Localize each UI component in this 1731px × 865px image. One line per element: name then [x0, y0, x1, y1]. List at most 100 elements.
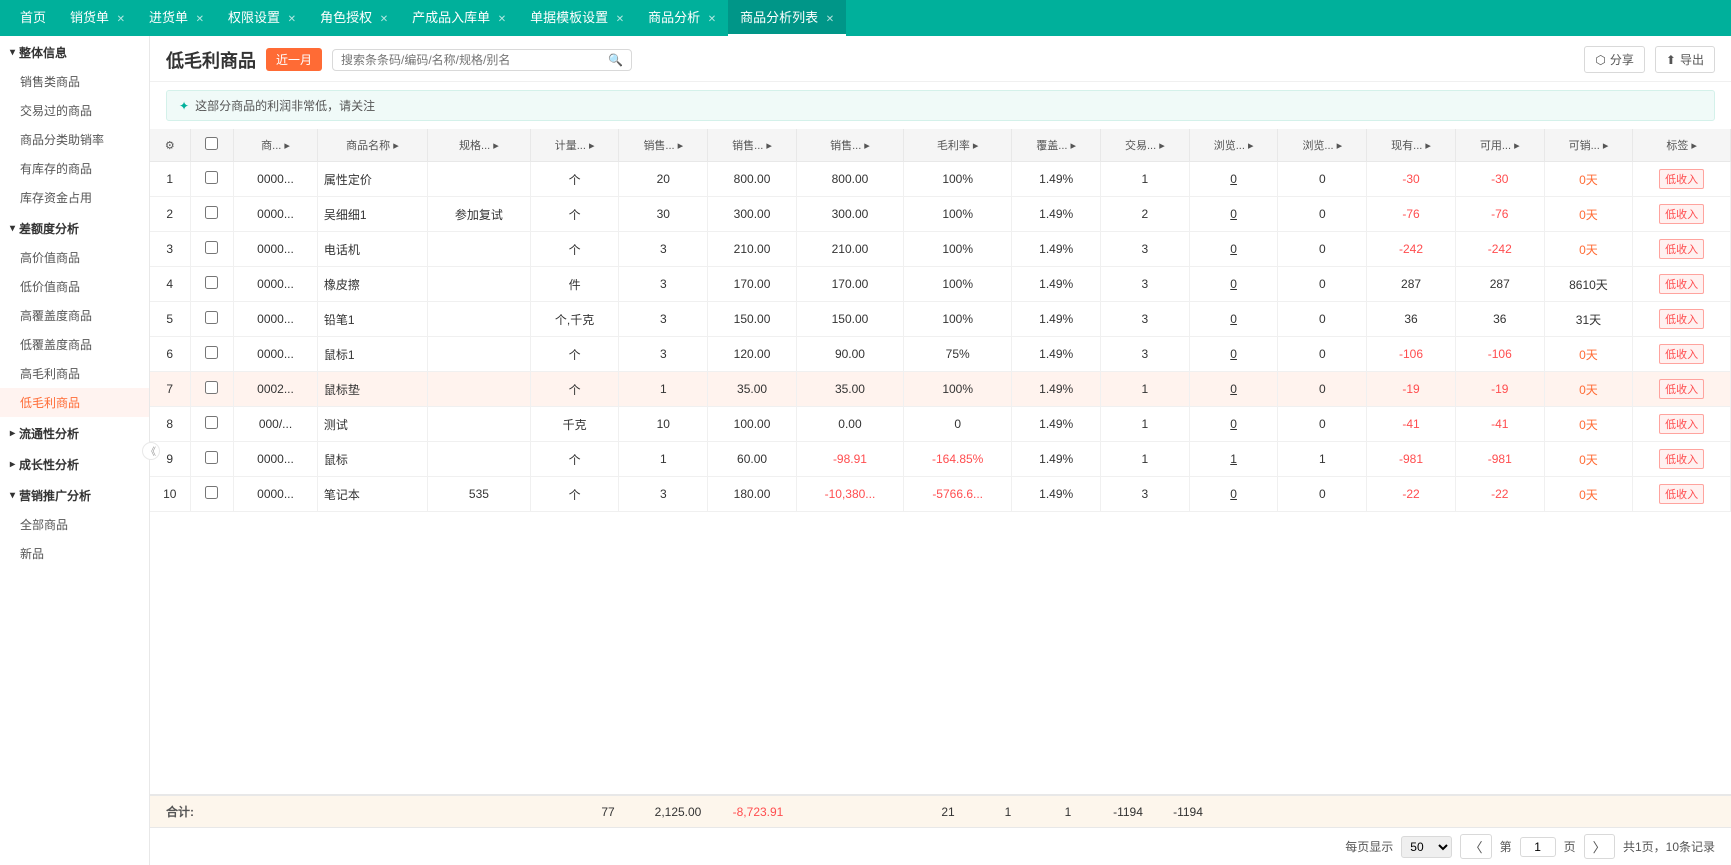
row-view1[interactable]: 0 — [1189, 232, 1278, 267]
sidebar-collapse-btn[interactable]: 《 — [142, 442, 160, 460]
nav-purchase-close[interactable]: ✕ — [196, 14, 204, 25]
share-button[interactable]: ⬡ 分享 — [1584, 46, 1645, 73]
nav-goods-analysis-close[interactable]: ✕ — [708, 14, 716, 25]
nav-role[interactable]: 角色授权 ✕ — [308, 0, 400, 36]
select-all-checkbox[interactable] — [205, 137, 218, 150]
sidebar-item-high-margin[interactable]: 高毛利商品 — [0, 359, 149, 388]
row-sales-profit: -10,380... — [796, 477, 903, 512]
sidebar-group-margin-title[interactable]: ▾ 差额度分析 — [0, 212, 149, 243]
row-checkbox[interactable] — [190, 477, 234, 512]
row-checkbox[interactable] — [190, 407, 234, 442]
row-select-checkbox[interactable] — [205, 451, 218, 464]
nav-permission[interactable]: 权限设置 ✕ — [216, 0, 308, 36]
nav-purchase[interactable]: 进货单 ✕ — [137, 0, 216, 36]
row-select-checkbox[interactable] — [205, 381, 218, 394]
row-view1[interactable]: 0 — [1189, 162, 1278, 197]
row-select-checkbox[interactable] — [205, 241, 218, 254]
row-view1[interactable]: 0 — [1189, 337, 1278, 372]
search-input[interactable] — [341, 53, 608, 67]
nav-goods-analysis-list[interactable]: 商品分析列表 ✕ — [728, 0, 846, 36]
date-filter-button[interactable]: 近一月 — [266, 48, 322, 71]
row-checkbox[interactable] — [190, 302, 234, 337]
nav-home[interactable]: 首页 — [8, 0, 58, 36]
sidebar-item-stock-goods[interactable]: 有库存的商品 — [0, 154, 149, 183]
row-view1[interactable]: 1 — [1189, 442, 1278, 477]
export-button[interactable]: ⬆ 导出 — [1655, 46, 1715, 73]
row-view1[interactable]: 0 — [1189, 267, 1278, 302]
row-select-checkbox[interactable] — [205, 486, 218, 499]
sidebar-item-high-value[interactable]: 高价值商品 — [0, 243, 149, 272]
col-code[interactable]: 商... ▸ — [234, 129, 318, 162]
page-size-select[interactable]: 50 100 200 — [1401, 836, 1452, 858]
row-checkbox[interactable] — [190, 337, 234, 372]
col-name[interactable]: 商品名称 ▸ — [317, 129, 427, 162]
nav-role-close[interactable]: ✕ — [380, 14, 388, 25]
sidebar-item-low-margin[interactable]: 低毛利商品 — [0, 388, 149, 417]
sidebar-item-sales-goods[interactable]: 销售类商品 — [0, 67, 149, 96]
row-code: 0000... — [234, 442, 318, 477]
sidebar-group-marketing-title[interactable]: ▾ 营销推广分析 — [0, 479, 149, 510]
row-checkbox[interactable] — [190, 372, 234, 407]
row-unit: 个 — [530, 372, 619, 407]
nav-permission-close[interactable]: ✕ — [288, 14, 296, 25]
col-sales-amount[interactable]: 销售... ▸ — [708, 129, 797, 162]
row-select-checkbox[interactable] — [205, 171, 218, 184]
nav-product-entry-close[interactable]: ✕ — [498, 14, 506, 25]
sidebar-item-low-value[interactable]: 低价值商品 — [0, 272, 149, 301]
nav-product-entry[interactable]: 产成品入库单 ✕ — [400, 0, 518, 36]
prev-page-btn[interactable]: 〈 — [1460, 834, 1491, 859]
col-settings[interactable]: ⚙ — [150, 129, 190, 162]
col-current[interactable]: 现有... ▸ — [1367, 129, 1456, 162]
row-view1[interactable]: 0 — [1189, 372, 1278, 407]
col-view2[interactable]: 浏览... ▸ — [1278, 129, 1367, 162]
sidebar-item-stock-capital[interactable]: 库存资金占用 — [0, 183, 149, 212]
nav-sales-close[interactable]: ✕ — [117, 14, 125, 25]
col-gross-margin[interactable]: 毛利率 ▸ — [904, 129, 1012, 162]
row-select-checkbox[interactable] — [205, 346, 218, 359]
search-icon[interactable]: 🔍 — [608, 53, 623, 67]
col-tag[interactable]: 标签 ▸ — [1633, 129, 1731, 162]
nav-template-close[interactable]: ✕ — [616, 14, 624, 25]
row-view1[interactable]: 0 — [1189, 407, 1278, 442]
col-checkbox[interactable] — [190, 129, 234, 162]
page-number-input[interactable] — [1520, 837, 1556, 857]
sidebar-group-liquidity-title[interactable]: ▸ 流通性分析 — [0, 417, 149, 448]
col-coverage[interactable]: 覆盖... ▸ — [1012, 129, 1101, 162]
row-view1[interactable]: 0 — [1189, 197, 1278, 232]
sidebar-group-margin: ▾ 差额度分析 高价值商品 低价值商品 高覆盖度商品 低覆盖度商品 高毛利商品 … — [0, 212, 149, 417]
next-page-btn[interactable]: 〉 — [1584, 834, 1615, 859]
col-sellable[interactable]: 可销... ▸ — [1544, 129, 1633, 162]
col-spec[interactable]: 规格... ▸ — [428, 129, 531, 162]
row-checkbox[interactable] — [190, 267, 234, 302]
row-checkbox[interactable] — [190, 197, 234, 232]
sidebar-item-all-goods[interactable]: 全部商品 — [0, 510, 149, 539]
nav-goods-analysis-list-close[interactable]: ✕ — [826, 14, 834, 25]
sidebar-item-traded-goods[interactable]: 交易过的商品 — [0, 96, 149, 125]
row-select-checkbox[interactable] — [205, 311, 218, 324]
col-available[interactable]: 可用... ▸ — [1455, 129, 1544, 162]
row-view1[interactable]: 0 — [1189, 302, 1278, 337]
col-unit[interactable]: 计量... ▸ — [530, 129, 619, 162]
col-sales-profit[interactable]: 销售... ▸ — [796, 129, 903, 162]
sidebar-item-category-rate[interactable]: 商品分类助销率 — [0, 125, 149, 154]
col-transaction[interactable]: 交易... ▸ — [1101, 129, 1190, 162]
row-checkbox[interactable] — [190, 232, 234, 267]
row-select-checkbox[interactable] — [205, 416, 218, 429]
row-checkbox[interactable] — [190, 442, 234, 477]
row-select-checkbox[interactable] — [205, 276, 218, 289]
row-select-checkbox[interactable] — [205, 206, 218, 219]
sidebar-item-low-coverage[interactable]: 低覆盖度商品 — [0, 330, 149, 359]
main-table: ⚙ 商... ▸ 商品名称 ▸ 规格... ▸ 计量... ▸ 销售... ▸ … — [150, 129, 1731, 512]
col-view1[interactable]: 浏览... ▸ — [1189, 129, 1278, 162]
row-view1[interactable]: 0 — [1189, 477, 1278, 512]
row-sales-amount: 300.00 — [708, 197, 797, 232]
sidebar-group-overall-title[interactable]: ▾ 整体信息 — [0, 36, 149, 67]
col-sales-count[interactable]: 销售... ▸ — [619, 129, 708, 162]
nav-goods-analysis[interactable]: 商品分析 ✕ — [636, 0, 728, 36]
nav-template[interactable]: 单据模板设置 ✕ — [518, 0, 636, 36]
nav-sales[interactable]: 销货单 ✕ — [58, 0, 137, 36]
sidebar-item-new-goods[interactable]: 新品 — [0, 539, 149, 568]
row-checkbox[interactable] — [190, 162, 234, 197]
sidebar-group-growth-title[interactable]: ▸ 成长性分析 — [0, 448, 149, 479]
sidebar-item-high-coverage[interactable]: 高覆盖度商品 — [0, 301, 149, 330]
